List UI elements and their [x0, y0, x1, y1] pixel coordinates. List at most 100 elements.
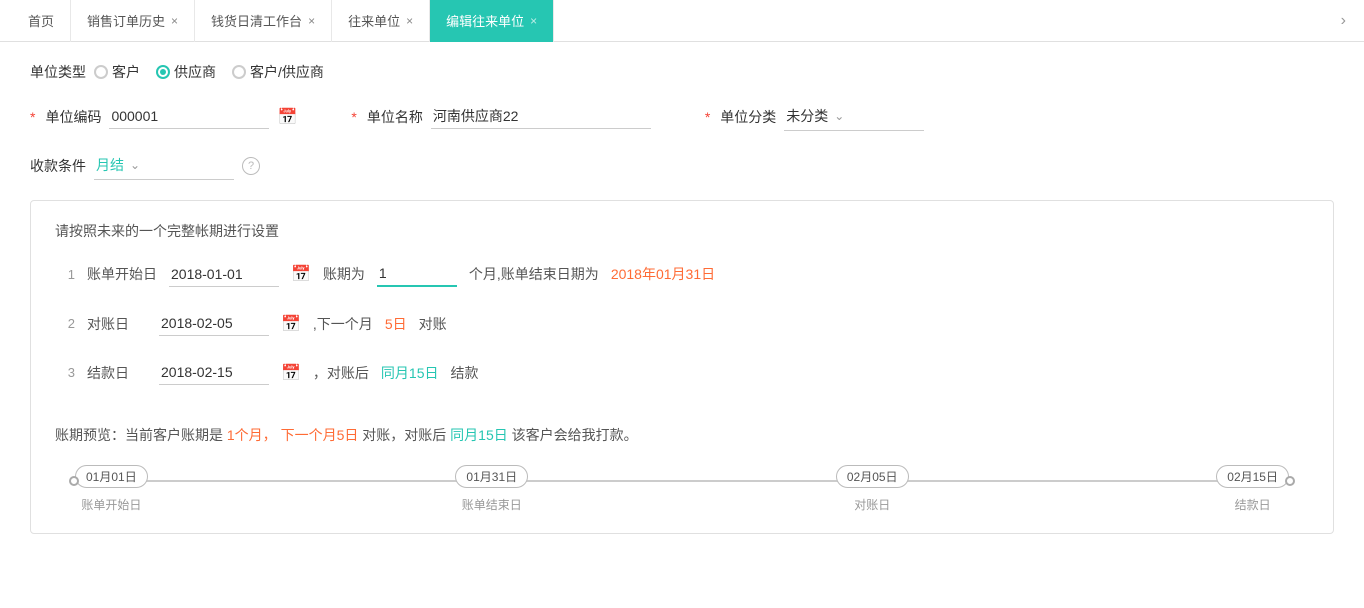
radio-customer[interactable]: 客户: [94, 62, 140, 82]
category-label: 单位分类: [720, 107, 776, 127]
page-content: 单位类型 客户 供应商 客户/供应商 * 单位编码: [0, 42, 1364, 608]
preview-section: 账期预览：当前客户账期是 1个月， 下一个月5日 对账，对账后 同月15日 该客…: [55, 409, 1309, 445]
row-1-calendar-icon[interactable]: 📅: [291, 264, 311, 284]
row-3-suffix-post: 结款: [451, 363, 479, 383]
name-input[interactable]: [431, 104, 651, 129]
tab-edit-contacts-close[interactable]: ×: [530, 14, 537, 28]
row-3-date-input[interactable]: [159, 360, 269, 385]
row-2-date-input[interactable]: [159, 311, 269, 336]
category-value: 未分类: [786, 106, 828, 126]
preview-part1: 1个月，: [227, 427, 277, 443]
radio-supplier[interactable]: 供应商: [156, 62, 216, 82]
timeline-bubble-2: 02月05日: [836, 465, 909, 488]
settings-section: 请按照未来的一个完整帐期进行设置 1 账单开始日 📅 账期为 个月,账单结束日期…: [30, 200, 1334, 534]
code-input[interactable]: [109, 104, 269, 129]
tab-edit-contacts-label: 编辑往来单位: [446, 11, 524, 30]
setting-row-2: 2 对账日 📅 ,下一个月 5日 对账: [55, 311, 1309, 336]
unit-type-group: 单位类型 客户 供应商 客户/供应商: [30, 62, 324, 82]
timeline-point-2: 02月05日 对账日: [836, 465, 909, 513]
row-3-number: 3: [55, 365, 75, 380]
timeline-right-dot: [1285, 476, 1295, 486]
tab-home[interactable]: 首页: [8, 0, 71, 42]
radio-group: 客户 供应商 客户/供应商: [94, 62, 324, 82]
chevron-down-icon: ⌄: [834, 109, 844, 123]
row-1-date-input[interactable]: [169, 262, 279, 287]
category-required: *: [705, 109, 710, 125]
row-1-suffix-post: 个月,账单结束日期为: [469, 264, 599, 284]
preview-prefix: 账期预览：当前客户账期是: [55, 427, 223, 443]
timeline-label-0: 账单开始日: [81, 496, 141, 513]
timeline-bubble-0: 01月01日: [75, 465, 148, 488]
radio-supplier-label: 供应商: [174, 62, 216, 82]
timeline-wrapper: 01月01日 账单开始日 01月31日 账单结束日 02月05日 对账日 02月…: [55, 465, 1309, 513]
tab-cash-work-close[interactable]: ×: [308, 14, 315, 28]
tabs-bar: 首页 销售订单历史 × 钱货日清工作台 × 往来单位 × 编辑往来单位 × ›: [0, 0, 1364, 42]
code-name-category-row: * 单位编码 📅 * 单位名称 * 单位分类 未分类 ⌄: [30, 102, 1334, 131]
tab-sales-history-close[interactable]: ×: [171, 14, 178, 28]
timeline-label-1: 账单结束日: [462, 496, 522, 513]
section-title: 请按照未来的一个完整帐期进行设置: [55, 221, 1309, 241]
timeline-point-1: 01月31日 账单结束日: [455, 465, 528, 513]
timeline-point-0: 01月01日 账单开始日: [75, 465, 148, 513]
timeline-point-3: 02月15日 结款日: [1216, 465, 1289, 513]
preview-part2: 下一个月5日: [281, 427, 359, 443]
preview-suffix: 该客户会给我打款。: [512, 427, 638, 443]
row-3-calendar-icon[interactable]: 📅: [281, 363, 301, 383]
tab-arrow[interactable]: ›: [1331, 12, 1356, 30]
code-calendar-icon[interactable]: 📅: [277, 107, 297, 127]
row-2-suffix-post: 对账: [419, 314, 447, 334]
tab-cash-work[interactable]: 钱货日清工作台 ×: [195, 0, 332, 42]
payment-row: 收款条件 月结 ⌄ ?: [30, 151, 1334, 180]
unit-type-label: 单位类型: [30, 62, 86, 82]
unit-type-row: 单位类型 客户 供应商 客户/供应商: [30, 62, 1334, 82]
radio-both-label: 客户/供应商: [250, 62, 324, 82]
payment-chevron-icon: ⌄: [130, 158, 140, 172]
category-group: * 单位分类 未分类 ⌄: [705, 102, 924, 131]
timeline-label-2: 对账日: [854, 496, 890, 513]
tab-contacts[interactable]: 往来单位 ×: [332, 0, 430, 42]
tab-home-label: 首页: [28, 11, 54, 30]
timeline-points-row: 01月01日 账单开始日 01月31日 账单结束日 02月05日 对账日 02月…: [55, 465, 1309, 513]
tab-cash-work-label: 钱货日清工作台: [211, 11, 302, 30]
tab-edit-contacts[interactable]: 编辑往来单位 ×: [430, 0, 554, 42]
timeline-bubble-1: 01月31日: [455, 465, 528, 488]
radio-customer-circle: [94, 65, 108, 79]
code-label: 单位编码: [45, 107, 101, 127]
row-1-label: 账单开始日: [87, 264, 157, 284]
category-select[interactable]: 未分类 ⌄: [784, 102, 924, 131]
period-input[interactable]: [377, 261, 457, 287]
name-required: *: [351, 109, 356, 125]
radio-both-circle: [232, 65, 246, 79]
timeline-label-3: 结款日: [1235, 496, 1271, 513]
row-3-highlight: 同月15日: [381, 363, 439, 383]
setting-row-3: 3 结款日 📅 ，对账后 同月15日 结款: [55, 360, 1309, 385]
payment-label: 收款条件: [30, 156, 86, 176]
tab-sales-history-label: 销售订单历史: [87, 11, 165, 30]
preview-part3: 同月15日: [450, 427, 508, 443]
radio-both[interactable]: 客户/供应商: [232, 62, 324, 82]
tab-sales-history[interactable]: 销售订单历史 ×: [71, 0, 195, 42]
row-1-number: 1: [55, 267, 75, 282]
name-label: 单位名称: [367, 107, 423, 127]
timeline-left-dot: [69, 476, 79, 486]
row-2-highlight: 5日: [385, 314, 407, 334]
payment-select[interactable]: 月结 ⌄: [94, 151, 234, 180]
tab-contacts-close[interactable]: ×: [406, 14, 413, 28]
row-2-number: 2: [55, 316, 75, 331]
row-2-label: 对账日: [87, 314, 147, 334]
radio-customer-label: 客户: [112, 62, 140, 82]
row-2-calendar-icon[interactable]: 📅: [281, 314, 301, 334]
name-group: * 单位名称: [351, 104, 650, 129]
payment-value: 月结: [96, 155, 124, 175]
row-1-suffix-pre: 账期为: [323, 264, 365, 284]
row-3-label: 结款日: [87, 363, 147, 383]
code-group: * 单位编码 📅: [30, 104, 297, 129]
payment-group: 收款条件 月结 ⌄ ?: [30, 151, 260, 180]
help-icon[interactable]: ?: [242, 157, 260, 175]
row-3-suffix-pre: ，对账后: [313, 363, 369, 383]
row-1-highlight: 2018年01月31日: [611, 264, 715, 284]
tab-contacts-label: 往来单位: [348, 11, 400, 30]
timeline-bubble-3: 02月15日: [1216, 465, 1289, 488]
radio-supplier-circle: [156, 65, 170, 79]
setting-row-1: 1 账单开始日 📅 账期为 个月,账单结束日期为 2018年01月31日: [55, 261, 1309, 287]
